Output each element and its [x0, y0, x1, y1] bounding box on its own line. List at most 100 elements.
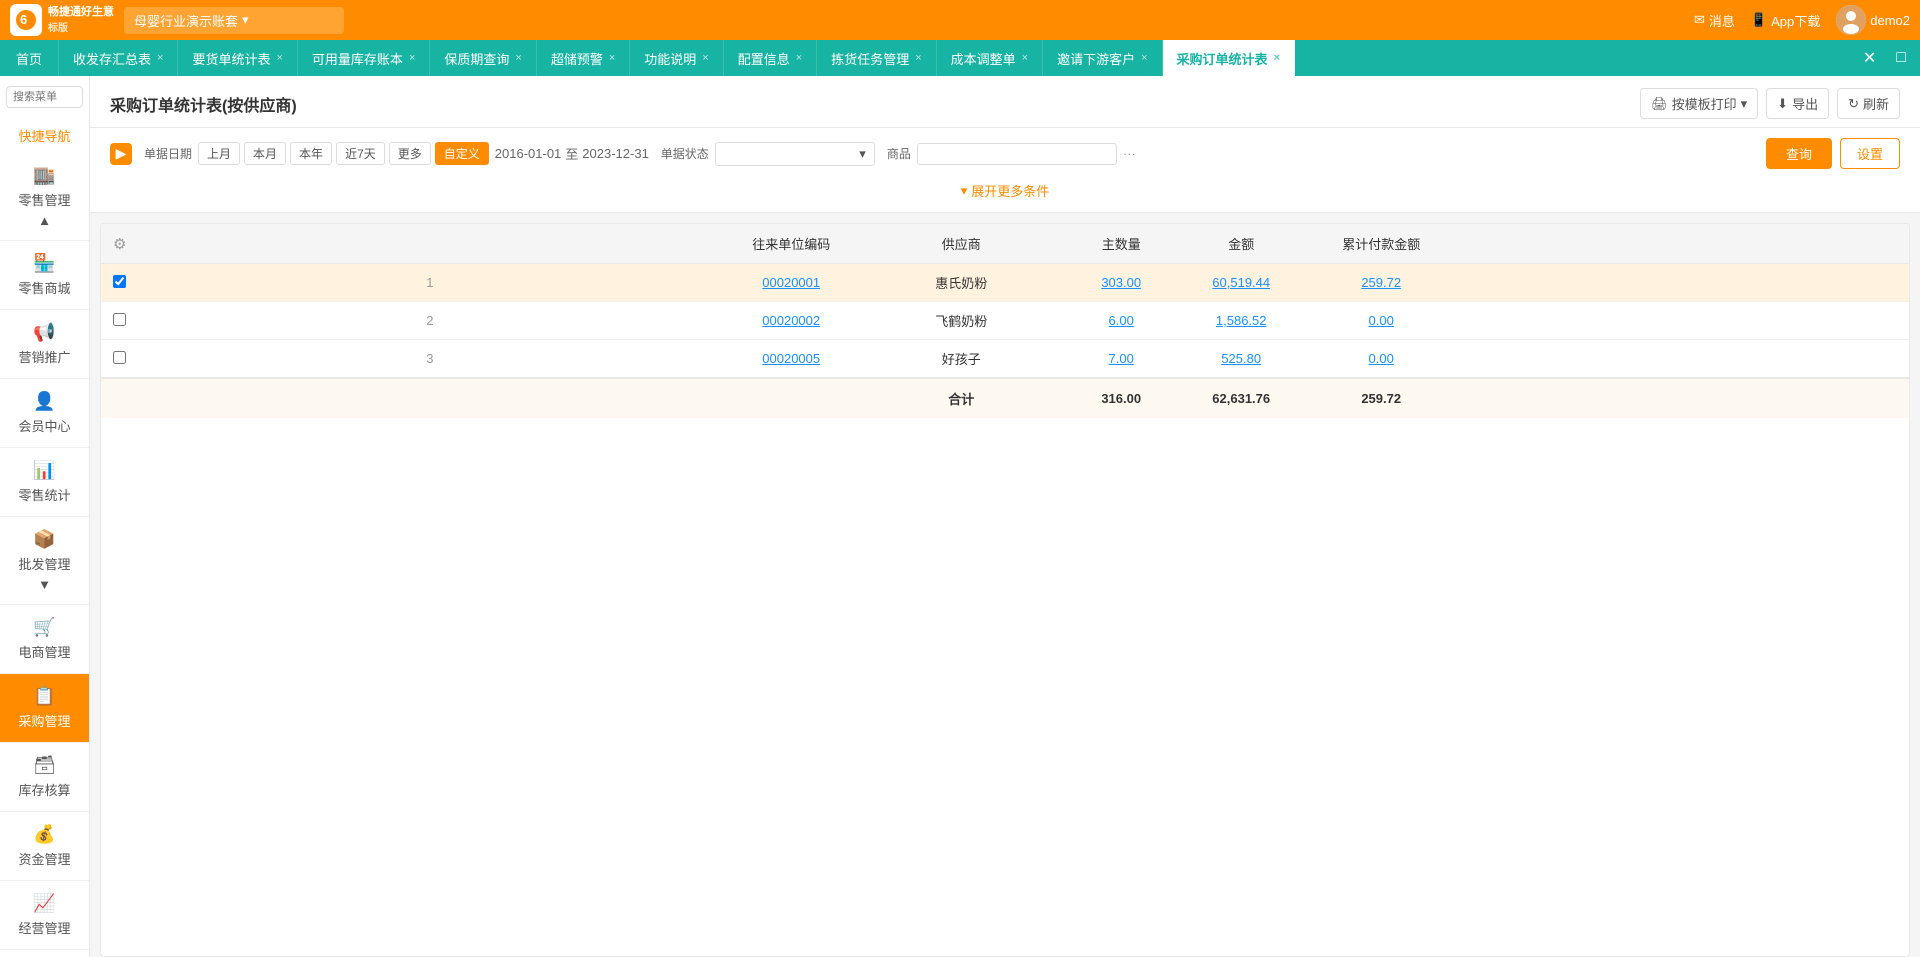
- sidebar-item-retail-stats[interactable]: 📊 零售统计: [0, 448, 89, 517]
- tab-label: 功能说明: [644, 49, 696, 68]
- row-select-checkbox[interactable]: [113, 275, 126, 288]
- tab-overstock-warning[interactable]: 超储预警 ×: [537, 40, 630, 76]
- operation-icon: 📈: [33, 893, 55, 914]
- template-print-btn[interactable]: 🖨 按模板打印 ▾: [1640, 88, 1758, 119]
- date-btn-7days[interactable]: 近7天: [336, 142, 385, 165]
- supplier-code-link[interactable]: 00020001: [762, 275, 820, 290]
- sidebar-item-basic-info[interactable]: ℹ 基础信息: [0, 950, 89, 957]
- sidebar-item-finance-mgmt[interactable]: 💰 资金管理: [0, 812, 89, 881]
- tab-home[interactable]: 首页: [0, 40, 59, 76]
- tab-label: 拣货任务管理: [831, 49, 909, 68]
- close-icon[interactable]: ×: [796, 52, 802, 64]
- sidebar-item-label: 营销推广: [18, 347, 70, 366]
- paid-link[interactable]: 0.00: [1369, 313, 1394, 328]
- date-btn-last-month[interactable]: 上月: [198, 142, 240, 165]
- row-checkbox[interactable]: [101, 264, 138, 302]
- refresh-btn[interactable]: ↻ 刷新: [1837, 88, 1900, 119]
- tab-function-desc[interactable]: 功能说明 ×: [630, 40, 723, 76]
- qty-link[interactable]: 6.00: [1109, 313, 1134, 328]
- sidebar-item-marketing[interactable]: 📢 营销推广: [0, 310, 89, 379]
- close-icon[interactable]: ×: [1274, 52, 1280, 64]
- filter-expand-arrow[interactable]: ▶: [110, 143, 132, 165]
- chevron-down-icon: ▼: [38, 577, 51, 592]
- finance-icon: 💰: [33, 824, 55, 845]
- tab-inventory-book[interactable]: 可用量库存账本 ×: [298, 40, 430, 76]
- sidebar-item-wholesale-mgmt[interactable]: 📦 批发管理 ▼: [0, 517, 89, 605]
- inventory-icon: 🗃: [33, 755, 56, 776]
- quick-nav-btn[interactable]: 快捷导航: [0, 118, 89, 153]
- row-select-checkbox[interactable]: [113, 313, 126, 326]
- goods-input[interactable]: [917, 143, 1117, 165]
- sidebar-item-operation-mgmt[interactable]: 📈 经营管理: [0, 881, 89, 950]
- column-settings-icon[interactable]: ⚙: [113, 236, 126, 253]
- amount-cell: 60,519.44: [1181, 264, 1301, 302]
- page-header: 采购订单统计表(按供应商) 🖨 按模板打印 ▾ ⬇ 导出 ↻ 刷新: [90, 76, 1920, 128]
- app-download-btn[interactable]: 📱 App下载: [1751, 11, 1820, 30]
- window-close-btn[interactable]: ✕: [1857, 46, 1882, 70]
- settings-btn[interactable]: 设置: [1840, 138, 1900, 169]
- expand-more-btn[interactable]: ▾ 展开更多条件: [961, 175, 1050, 202]
- sidebar-item-purchase-mgmt[interactable]: 📋 采购管理: [0, 674, 89, 743]
- qty-link[interactable]: 303.00: [1101, 275, 1141, 290]
- date-btn-more[interactable]: 更多: [389, 142, 431, 165]
- table-row[interactable]: 1 00020001 惠氏奶粉 303.00 60,519.44 259.72: [101, 264, 1909, 302]
- tab-config-info[interactable]: 配置信息 ×: [724, 40, 817, 76]
- tab-pickup-task[interactable]: 拣货任务管理 ×: [817, 40, 936, 76]
- more-icon[interactable]: ···: [1123, 146, 1136, 161]
- table-row[interactable]: 3 00020005 好孩子 7.00 525.80 0.00: [101, 340, 1909, 379]
- close-icon[interactable]: ×: [515, 52, 521, 64]
- table-row[interactable]: 2 00020002 飞鹤奶粉 6.00 1,586.52 0.00: [101, 302, 1909, 340]
- sidebar-item-inventory-check[interactable]: 🗃 库存核算: [0, 743, 89, 812]
- sidebar-item-label: 批发管理: [18, 554, 70, 573]
- sidebar-item-ecommerce-mgmt[interactable]: 🛒 电商管理: [0, 605, 89, 674]
- workspace-selector[interactable]: 母婴行业演示账套 ▾: [124, 7, 344, 34]
- close-icon[interactable]: ×: [1141, 52, 1147, 64]
- paid-link[interactable]: 259.72: [1361, 275, 1401, 290]
- close-icon[interactable]: ×: [276, 52, 282, 64]
- close-icon[interactable]: ×: [702, 52, 708, 64]
- message-btn[interactable]: ✉ 消息: [1694, 11, 1735, 30]
- sidebar-item-label: 零售商城: [18, 278, 70, 297]
- amount-link[interactable]: 1,586.52: [1216, 313, 1267, 328]
- status-label: 单据状态: [661, 145, 709, 162]
- amount-link[interactable]: 60,519.44: [1212, 275, 1270, 290]
- user-profile[interactable]: demo2: [1836, 5, 1910, 35]
- search-input[interactable]: [6, 86, 83, 108]
- chevron-down-icon: ▾: [1741, 96, 1748, 112]
- row-select-checkbox[interactable]: [113, 351, 126, 364]
- top-right: ✉ 消息 📱 App下载 demo2: [1694, 5, 1910, 35]
- th-extra: [1461, 224, 1909, 264]
- close-icon[interactable]: ×: [157, 52, 163, 64]
- supplier-code-link[interactable]: 00020002: [762, 313, 820, 328]
- sidebar-item-retail-mgmt[interactable]: 🏬 零售管理 ▲: [0, 153, 89, 241]
- window-restore-btn[interactable]: □: [1890, 47, 1912, 69]
- qty-link[interactable]: 7.00: [1109, 351, 1134, 366]
- export-btn[interactable]: ⬇ 导出: [1766, 88, 1829, 119]
- tab-cost-adjust[interactable]: 成本调整单 ×: [937, 40, 1043, 76]
- sidebar-item-member-center[interactable]: 👤 会员中心: [0, 379, 89, 448]
- close-icon[interactable]: ×: [1022, 52, 1028, 64]
- row-checkbox[interactable]: [101, 340, 138, 379]
- date-btn-custom[interactable]: 自定义: [435, 142, 489, 165]
- close-icon[interactable]: ×: [609, 52, 615, 64]
- search-btn[interactable]: 查询: [1766, 138, 1832, 169]
- amount-link[interactable]: 525.80: [1221, 351, 1261, 366]
- status-select[interactable]: ▾: [715, 142, 875, 166]
- date-btn-this-year[interactable]: 本年: [290, 142, 332, 165]
- sidebar-item-retail-shop[interactable]: 🏪 零售商城: [0, 241, 89, 310]
- footer-empty-2: [138, 378, 721, 418]
- close-icon[interactable]: ×: [409, 52, 415, 64]
- tab-invite-downstream[interactable]: 邀请下游客户 ×: [1043, 40, 1162, 76]
- row-num: 2: [138, 302, 721, 340]
- tab-purchase-summary[interactable]: 要货单统计表 ×: [178, 40, 297, 76]
- close-icon[interactable]: ×: [915, 52, 921, 64]
- paid-link[interactable]: 0.00: [1369, 351, 1394, 366]
- row-checkbox[interactable]: [101, 302, 138, 340]
- app-label: 标版: [48, 19, 114, 34]
- tab-receive-summary[interactable]: 收发存汇总表 ×: [59, 40, 178, 76]
- tab-validity-query[interactable]: 保质期查询 ×: [430, 40, 536, 76]
- date-btn-this-month[interactable]: 本月: [244, 142, 286, 165]
- supplier-code-link[interactable]: 00020005: [762, 351, 820, 366]
- tab-purchase-order-summary[interactable]: 采购订单统计表 ×: [1163, 40, 1295, 76]
- extra-cell: [1461, 264, 1909, 302]
